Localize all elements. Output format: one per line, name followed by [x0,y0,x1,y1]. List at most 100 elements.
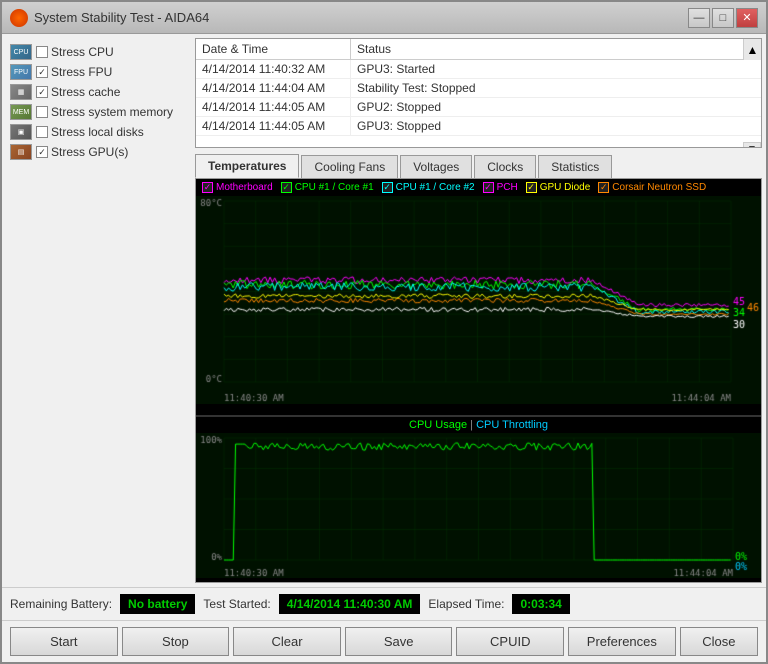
right-panel: Date & Time Status ▲ 4/14/2014 11:40:32 … [195,38,762,583]
cpu-chart-area [196,433,761,578]
log-status-header: Status [351,39,743,60]
legend-label: CPU #1 / Core #2 [396,182,475,193]
legend-label: PCH [497,182,518,193]
tab-clocks[interactable]: Clocks [474,155,536,178]
legend-item-cpu-#1-/-core-#2[interactable]: CPU #1 / Core #2 [382,182,475,193]
stress-checkbox-wrapper-gpu: Stress GPU(s) [36,145,128,159]
clear-button[interactable]: Clear [233,627,341,656]
log-row: 4/14/2014 11:44:05 AM GPU2: Stopped [196,98,761,117]
log-cell-status: Stability Test: Stopped [351,79,761,97]
stress-checkbox-wrapper-fpu: Stress FPU [36,65,112,79]
stress-item-cpu[interactable]: CPU Stress CPU [6,42,191,62]
cpu-usage-label: CPU Usage [409,419,467,431]
legend-label: GPU Diode [540,182,591,193]
log-cell-status: GPU2: Stopped [351,98,761,116]
stress-checkbox-cpu[interactable] [36,46,48,58]
test-started-value: 4/14/2014 11:40:30 AM [279,594,421,614]
legend-item-cpu-#1-/-core-#1[interactable]: CPU #1 / Core #1 [281,182,374,193]
legend-item-motherboard[interactable]: Motherboard [202,182,273,193]
stress-items-list: CPU Stress CPU FPU Stress FPU ▦ Stress c… [6,42,191,162]
elapsed-label: Elapsed Time: [428,597,504,611]
legend-label: Motherboard [216,182,273,193]
stress-item-disk[interactable]: ▣ Stress local disks [6,122,191,142]
legend-cb[interactable] [281,182,292,193]
log-cell-status: GPU3: Stopped [351,117,761,135]
bottom-info-bar: Remaining Battery: No battery Test Start… [2,587,766,620]
legend-cb[interactable] [598,182,609,193]
stress-item-cache[interactable]: ▦ Stress cache [6,82,191,102]
stress-item-fpu[interactable]: FPU Stress FPU [6,62,191,82]
log-cell-date: 4/14/2014 11:44:04 AM [196,79,351,97]
chart-container: Motherboard CPU #1 / Core #1 CPU #1 / Co… [196,179,761,582]
stress-checkbox-mem[interactable] [36,106,48,118]
temperature-chart: Motherboard CPU #1 / Core #1 CPU #1 / Co… [196,179,761,417]
temp-legend: Motherboard CPU #1 / Core #1 CPU #1 / Co… [196,179,761,196]
stress-checkbox-wrapper-disk: Stress local disks [36,125,144,139]
tab-content-temperatures: Motherboard CPU #1 / Core #1 CPU #1 / Co… [195,178,762,583]
battery-value: No battery [120,594,195,614]
stress-label-gpu: Stress GPU(s) [51,145,128,159]
stress-checkbox-fpu[interactable] [36,66,48,78]
save-button[interactable]: Save [345,627,453,656]
stress-label-fpu: Stress FPU [51,65,112,79]
stress-label-cpu: Stress CPU [51,45,114,59]
maximize-button[interactable]: □ [712,8,734,28]
log-row: 4/14/2014 11:44:04 AM Stability Test: St… [196,79,761,98]
close-button[interactable]: Close [680,627,758,656]
stress-label-cache: Stress cache [51,85,120,99]
stress-checkbox-wrapper-mem: Stress system memory [36,105,173,119]
legend-cb[interactable] [483,182,494,193]
battery-label: Remaining Battery: [10,597,112,611]
legend-item-gpu-diode[interactable]: GPU Diode [526,182,591,193]
minimize-button[interactable]: — [688,8,710,28]
stress-checkbox-cache[interactable] [36,86,48,98]
cpu-canvas [196,433,761,578]
button-row: Start Stop Clear Save CPUID Preferences … [2,620,766,662]
cpu-throttling-label: CPU Throttling [476,419,548,431]
start-button[interactable]: Start [10,627,118,656]
stress-label-mem: Stress system memory [51,105,173,119]
stress-options-panel: CPU Stress CPU FPU Stress FPU ▦ Stress c… [6,38,191,583]
stress-label-disk: Stress local disks [51,125,144,139]
log-panel: Date & Time Status ▲ 4/14/2014 11:40:32 … [195,38,762,148]
log-cell-status: GPU3: Started [351,60,761,78]
legend-cb[interactable] [202,182,213,193]
scrollbar-down[interactable]: ▼ [743,142,761,148]
stress-checkbox-disk[interactable] [36,126,48,138]
log-cell-date: 4/14/2014 11:44:05 AM [196,98,351,116]
log-cell-date: 4/14/2014 11:44:05 AM [196,117,351,135]
legend-item-corsair-neutron-ssd[interactable]: Corsair Neutron SSD [598,182,706,193]
preferences-button[interactable]: Preferences [568,627,676,656]
temp-canvas [196,196,761,404]
main-window: System Stability Test - AIDA64 — □ ✕ CPU… [0,0,768,664]
legend-item-pch[interactable]: PCH [483,182,518,193]
legend-cb[interactable] [382,182,393,193]
tab-temperatures[interactable]: Temperatures [195,154,299,178]
app-icon [10,9,28,27]
title-buttons: — □ ✕ [688,8,758,28]
stress-checkbox-gpu[interactable] [36,146,48,158]
stop-button[interactable]: Stop [122,627,230,656]
scrollbar-down-area: ▼ [196,142,761,148]
stress-icon-cpu: CPU [10,44,32,60]
title-bar: System Stability Test - AIDA64 — □ ✕ [2,2,766,34]
stress-item-gpu[interactable]: ▤ Stress GPU(s) [6,142,191,162]
legend-cb[interactable] [526,182,537,193]
scrollbar-up[interactable]: ▲ [743,39,761,60]
log-cell-date: 4/14/2014 11:40:32 AM [196,60,351,78]
log-rows: 4/14/2014 11:40:32 AM GPU3: Started 4/14… [196,60,761,140]
stress-item-mem[interactable]: MEM Stress system memory [6,102,191,122]
tab-statistics[interactable]: Statistics [538,155,612,178]
main-content: CPU Stress CPU FPU Stress FPU ▦ Stress c… [2,34,766,587]
stress-icon-cache: ▦ [10,84,32,100]
log-header: Date & Time Status ▲ [196,39,761,60]
window-title: System Stability Test - AIDA64 [34,10,209,25]
tab-voltages[interactable]: Voltages [400,155,472,178]
test-started-label: Test Started: [203,597,270,611]
stress-checkbox-wrapper-cpu: Stress CPU [36,45,114,59]
legend-label: CPU #1 / Core #1 [295,182,374,193]
tab-cooling[interactable]: Cooling Fans [301,155,398,178]
close-titlebar-button[interactable]: ✕ [736,8,758,28]
cpu-chart-title: CPU Usage | CPU Throttling [196,417,761,433]
cpuid-button[interactable]: CPUID [456,627,564,656]
